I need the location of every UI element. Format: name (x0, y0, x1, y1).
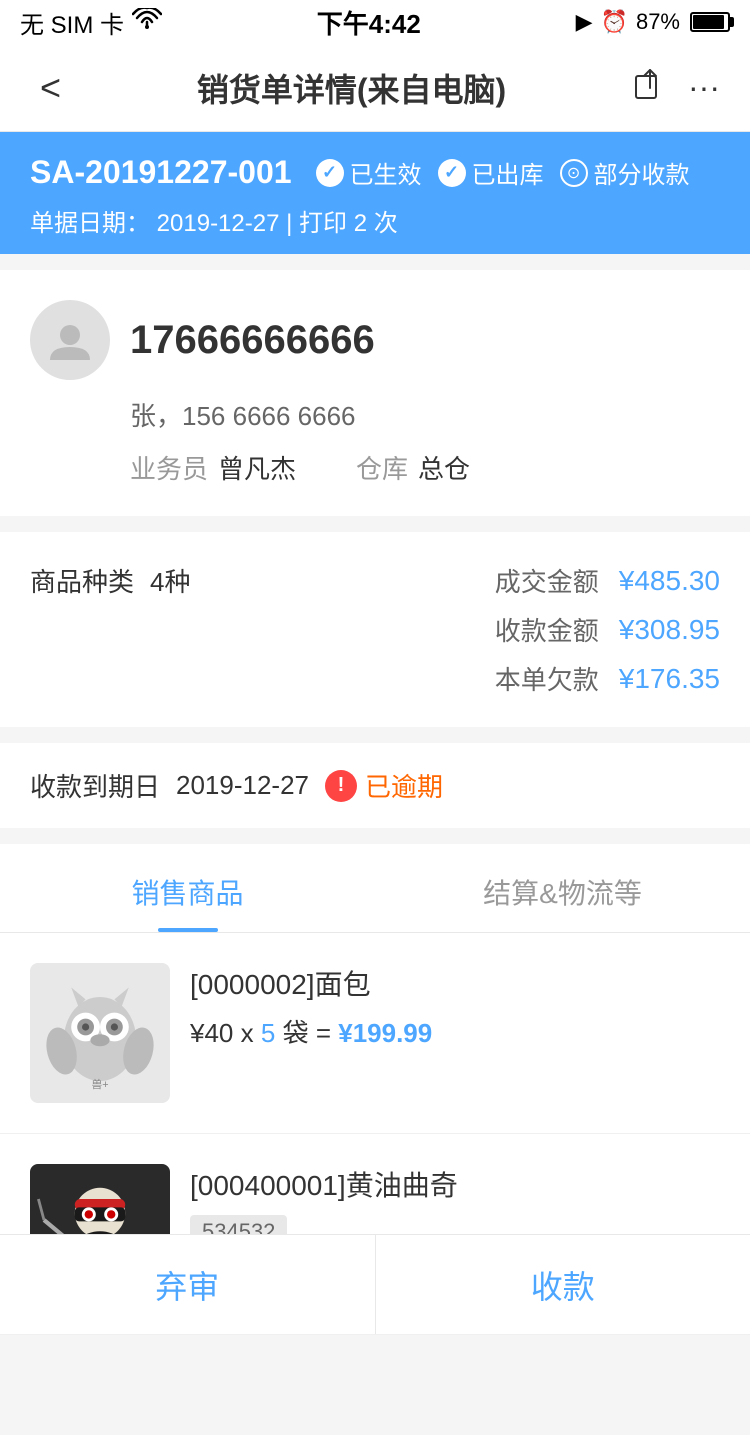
alarm-icon: ⏰ (601, 9, 628, 35)
amount-row: 成交金额 ¥485.30 (495, 562, 720, 599)
customer-section: 17666666666 张，156 6666 6666 业务员 曾凡杰 仓库 总… (0, 270, 750, 516)
order-id: SA-20191227-001 (30, 154, 292, 191)
debt-row: 本单欠款 ¥176.35 (495, 660, 720, 697)
share-icon[interactable] (632, 66, 668, 110)
overdue-icon: ! (325, 770, 357, 802)
product-info-1: [0000002]面包 ¥40 x 5 袋 = ¥199.99 (190, 963, 720, 1050)
bottom-bar: 弃审 收款 (0, 1234, 750, 1334)
tabs-row: 销售商品 结算&物流等 (0, 844, 750, 933)
due-date: 2019-12-27 (176, 770, 309, 801)
product-thumbnail-1: 兽+ (30, 963, 170, 1103)
wifi-icon (132, 8, 162, 37)
more-icon[interactable]: ··· (688, 69, 720, 106)
stats-section: 商品种类 4种 成交金额 ¥485.30 收款金额 ¥308.95 本单欠款 ¥… (0, 532, 750, 727)
banner-row1: SA-20191227-001 ✓ 已生效 ✓ 已出库 ⊙ 部分收款 (30, 154, 720, 191)
overdue-badge: ! 已逾期 (325, 767, 443, 804)
category-stat: 商品种类 4种 (30, 562, 190, 599)
battery-percent: 87% (636, 9, 680, 35)
check-icon-1: ✓ (316, 159, 344, 187)
status-badge-partial: ⊙ 部分收款 (560, 155, 690, 190)
status-right: ▶ ⏰ 87% (576, 9, 730, 35)
svg-text:兽+: 兽+ (91, 1077, 108, 1091)
nav-actions: ··· (632, 66, 720, 110)
tab-settlement[interactable]: 结算&物流等 (375, 844, 750, 932)
avatar (30, 300, 110, 380)
tab-sales-products[interactable]: 销售商品 (0, 844, 375, 932)
page-title: 销货单详情(来自电脑) (197, 65, 506, 111)
header-banner: SA-20191227-001 ✓ 已生效 ✓ 已出库 ⊙ 部分收款 单据日期：… (0, 132, 750, 254)
collect-button[interactable]: 收款 (376, 1235, 750, 1334)
status-badge-activated: ✓ 已生效 (316, 155, 422, 190)
carrier-text: 无 SIM 卡 (20, 5, 124, 40)
customer-meta: 业务员 曾凡杰 仓库 总仓 (30, 449, 720, 486)
overdue-text: 已逾期 (365, 767, 443, 804)
customer-info: 张，156 6666 6666 (30, 396, 720, 433)
clock-icon: ⊙ (560, 159, 588, 187)
due-section: 收款到期日 2019-12-27 ! 已逾期 (0, 743, 750, 828)
check-icon-2: ✓ (438, 159, 466, 187)
nav-bar: < 销货单详情(来自电脑) ··· (0, 44, 750, 132)
status-left: 无 SIM 卡 (20, 5, 162, 40)
status-badge-shipped: ✓ 已出库 (438, 155, 544, 190)
back-button[interactable]: < (30, 57, 71, 119)
salesperson-info: 业务员 曾凡杰 (130, 449, 296, 486)
location-icon: ▶ (576, 9, 593, 35)
banner-row2: 单据日期： 2019-12-27 | 打印 2 次 (30, 203, 720, 238)
status-time: 下午4:42 (317, 4, 421, 41)
status-bar: 无 SIM 卡 下午4:42 ▶ ⏰ 87% (0, 0, 750, 44)
warehouse-info: 仓库 总仓 (356, 449, 470, 486)
customer-phone: 17666666666 (130, 318, 375, 363)
stats-right: 成交金额 ¥485.30 收款金额 ¥308.95 本单欠款 ¥176.35 (495, 562, 720, 697)
status-badges: ✓ 已生效 ✓ 已出库 ⊙ 部分收款 (316, 155, 690, 190)
stats-left: 商品种类 4种 (30, 562, 190, 599)
due-label: 收款到期日 (30, 767, 160, 804)
customer-row: 17666666666 (30, 300, 720, 380)
reject-button[interactable]: 弃审 (0, 1235, 376, 1334)
battery-icon (690, 12, 730, 32)
product-price-1: ¥40 x 5 袋 = ¥199.99 (190, 1013, 720, 1050)
product-name-1: [0000002]面包 (190, 963, 720, 1003)
product-item: 兽+ [0000002]面包 ¥40 x 5 袋 = ¥199.99 (0, 933, 750, 1134)
product-name-2: [000400001]黄油曲奇 (190, 1164, 720, 1204)
received-row: 收款金额 ¥308.95 (495, 611, 720, 648)
